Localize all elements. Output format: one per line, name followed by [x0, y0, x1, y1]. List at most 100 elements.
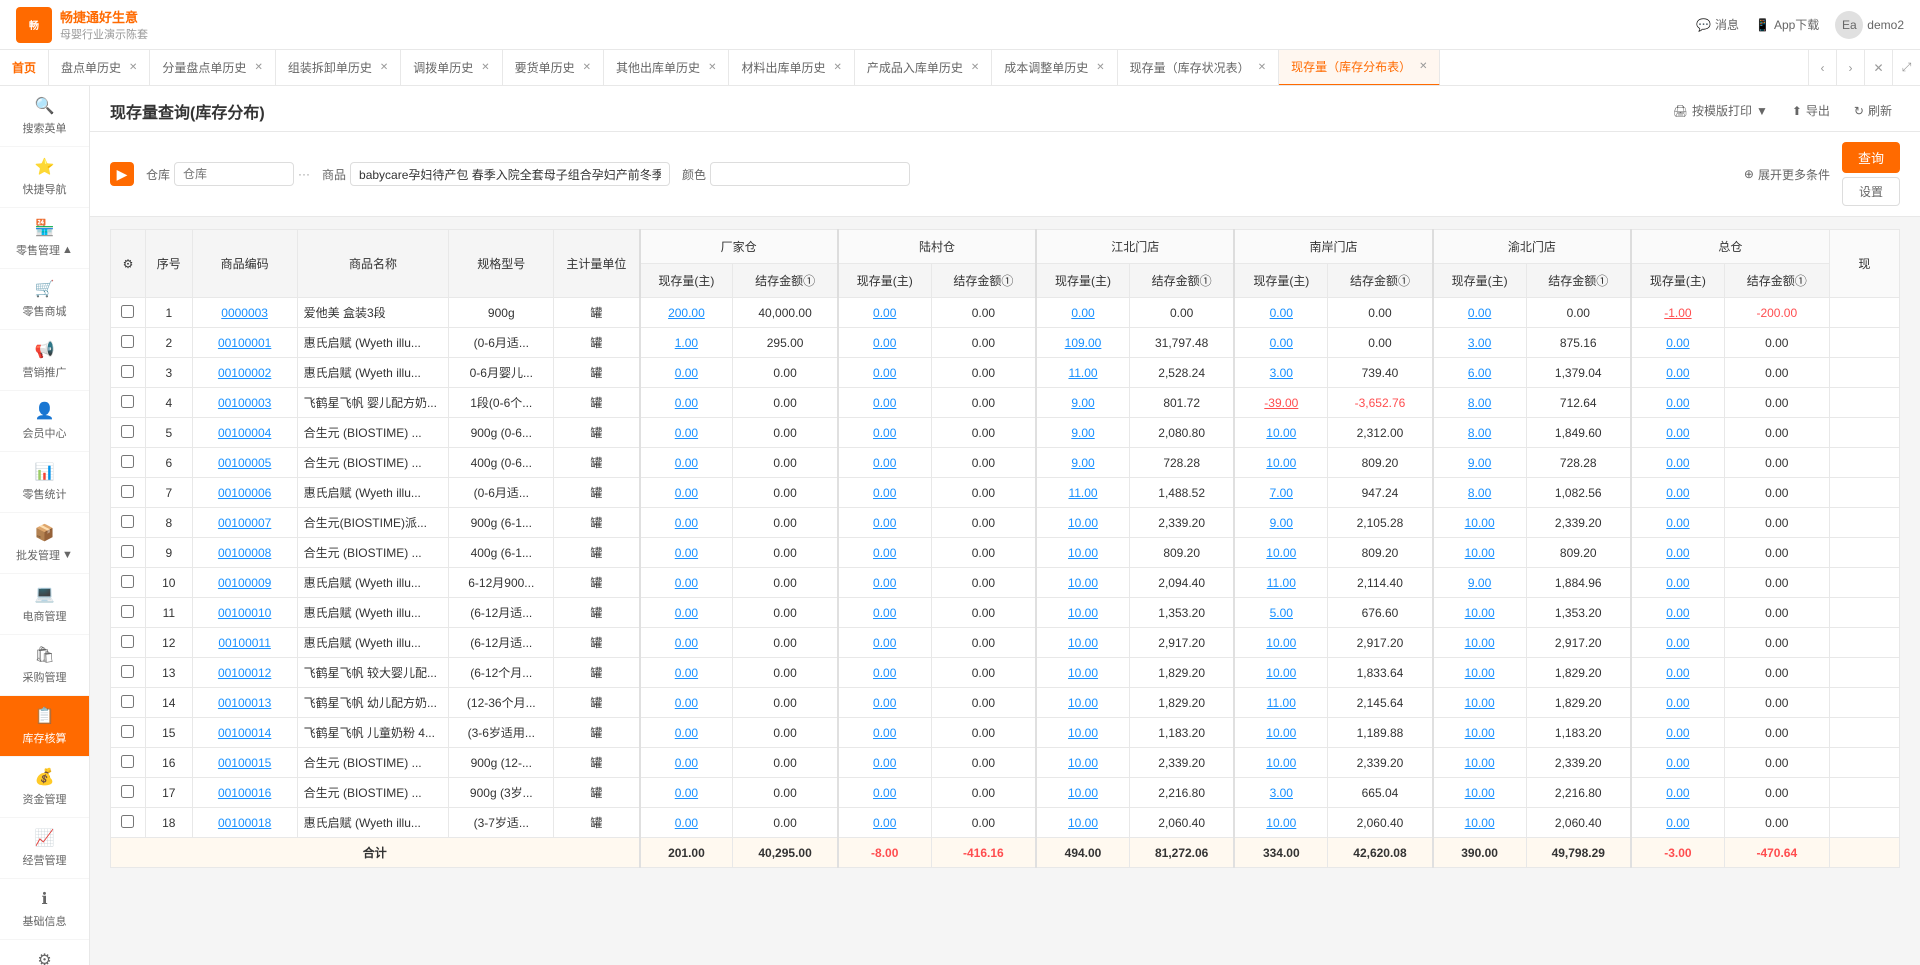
col-settings-header[interactable]: ⚙	[111, 230, 146, 298]
tab-8-close[interactable]: ✕	[971, 62, 979, 73]
sidebar-item-marketing[interactable]: 📢 营销推广	[0, 330, 89, 391]
settings-btn[interactable]: 设置	[1842, 177, 1900, 206]
tab-prev-btn[interactable]: ‹	[1808, 50, 1836, 86]
tab-11-close[interactable]: ✕	[1419, 61, 1427, 72]
cell-zongcang-qty: 0.00	[1631, 778, 1724, 808]
cell-checkbox[interactable]	[111, 628, 146, 658]
cell-spec: (6-12个月...	[449, 658, 554, 688]
cell-zongcang-qty: 0.00	[1631, 508, 1724, 538]
query-btn[interactable]: 查询	[1842, 142, 1900, 173]
cell-checkbox[interactable]	[111, 418, 146, 448]
cell-name: 惠氏启赋 (Wyeth illu...	[297, 358, 449, 388]
cell-zongcang-qty: 0.00	[1631, 658, 1724, 688]
cell-checkbox[interactable]	[111, 478, 146, 508]
cell-name: 惠氏启赋 (Wyeth illu...	[297, 328, 449, 358]
cell-zongcang-qty: 0.00	[1631, 418, 1724, 448]
cell-checkbox[interactable]	[111, 358, 146, 388]
tab-7[interactable]: 材料出库单历史 ✕	[729, 50, 854, 86]
sidebar-item-system[interactable]: ⚙ 系统管理	[0, 940, 89, 965]
print-btn[interactable]: 🖨 按模版打印 ▼	[1665, 98, 1776, 123]
tab-4-close[interactable]: ✕	[481, 62, 489, 73]
tab-4[interactable]: 调拨单历史 ✕	[401, 50, 502, 86]
cell-checkbox[interactable]	[111, 658, 146, 688]
color-input[interactable]	[710, 162, 910, 186]
tab-next-btn[interactable]: ›	[1836, 50, 1864, 86]
sidebar-item-ecommerce[interactable]: 💻 电商管理	[0, 574, 89, 635]
tab-10-close[interactable]: ✕	[1258, 62, 1266, 73]
product-input[interactable]	[350, 162, 670, 186]
sidebar-item-wholesale[interactable]: 📦 批发管理 ▼	[0, 513, 89, 574]
sidebar-item-retail-stats[interactable]: 📊 零售统计	[0, 452, 89, 513]
tab-6[interactable]: 其他出库单历史 ✕	[604, 50, 729, 86]
cell-checkbox[interactable]	[111, 718, 146, 748]
cell-jiangbei-qty: 0.00	[1036, 298, 1129, 328]
cell-zongcang-amt: 0.00	[1724, 418, 1829, 448]
cell-code: 00100002	[192, 358, 297, 388]
tab-expand-btn[interactable]: ⤢	[1892, 50, 1920, 86]
export-btn[interactable]: ⬆ 导出	[1784, 98, 1838, 123]
app-download-btn[interactable]: 📱 App下载	[1755, 16, 1819, 33]
search-expand-btn[interactable]: ▶	[110, 162, 134, 186]
cell-changjiaCun-amt: 0.00	[733, 808, 838, 838]
table-row: 10 00100009 惠氏启赋 (Wyeth illu... 6-12月900…	[111, 568, 1900, 598]
tab-3-close[interactable]: ✕	[380, 62, 388, 73]
cell-spec: 400g (0-6...	[449, 448, 554, 478]
sidebar-item-basic-info[interactable]: ℹ 基础信息	[0, 879, 89, 940]
cell-checkbox[interactable]	[111, 568, 146, 598]
cell-checkbox[interactable]	[111, 808, 146, 838]
user-area[interactable]: Ea demo2	[1835, 11, 1904, 39]
tab-7-close[interactable]: ✕	[833, 62, 841, 73]
sidebar-item-retail-shop[interactable]: 🛒 零售商城	[0, 269, 89, 330]
cell-checkbox[interactable]	[111, 298, 146, 328]
cell-yubei-amt: 2,339.20	[1526, 508, 1631, 538]
tab-9-close[interactable]: ✕	[1096, 62, 1104, 73]
cell-checkbox[interactable]	[111, 688, 146, 718]
expand-conditions-btn[interactable]: ⊕ 展开更多条件	[1744, 166, 1830, 183]
cell-yubei-amt: 1,183.20	[1526, 718, 1631, 748]
cell-code: 00100007	[192, 508, 297, 538]
sidebar-item-retail-mgmt[interactable]: 🏪 零售管理 ▲	[0, 208, 89, 269]
tab-3[interactable]: 组装拆卸单历史 ✕	[276, 50, 401, 86]
sidebar-item-purchase[interactable]: 🛍 采购管理	[0, 635, 89, 696]
message-btn[interactable]: 💬 消息	[1696, 16, 1739, 33]
cell-checkbox[interactable]	[111, 328, 146, 358]
tab-close-all-btn[interactable]: ✕	[1864, 50, 1892, 86]
sidebar-item-finance[interactable]: 💰 资金管理	[0, 757, 89, 818]
tab-6-close[interactable]: ✕	[708, 62, 716, 73]
cell-checkbox[interactable]	[111, 538, 146, 568]
cell-checkbox[interactable]	[111, 448, 146, 478]
cell-lucun-qty: 0.00	[838, 598, 931, 628]
cell-checkbox[interactable]	[111, 508, 146, 538]
cell-nanan-amt: 676.60	[1328, 598, 1433, 628]
sidebar-item-inventory[interactable]: 📋 库存核算	[0, 696, 89, 757]
cell-checkbox[interactable]	[111, 778, 146, 808]
cell-checkbox[interactable]	[111, 598, 146, 628]
tab-1-close[interactable]: ✕	[129, 62, 137, 73]
warehouse-input[interactable]	[174, 162, 294, 186]
cell-checkbox[interactable]	[111, 388, 146, 418]
col-name-header: 商品名称	[297, 230, 449, 298]
tab-1[interactable]: 盘点单历史 ✕	[49, 50, 150, 86]
refresh-btn[interactable]: ↻ 刷新	[1846, 98, 1900, 123]
sidebar-item-nav[interactable]: ⭐ 快捷导航	[0, 147, 89, 208]
tab-9[interactable]: 成本调整单历史 ✕	[992, 50, 1117, 86]
tab-2[interactable]: 分量盘点单历史 ✕	[150, 50, 275, 86]
tab-5-close[interactable]: ✕	[583, 62, 591, 73]
cell-changjiaCun-amt: 0.00	[733, 748, 838, 778]
sidebar-item-member[interactable]: 👤 会员中心	[0, 391, 89, 452]
tabs-bar: 首页 盘点单历史 ✕ 分量盘点单历史 ✕ 组装拆卸单历史 ✕ 调拨单历史 ✕ 要…	[0, 50, 1920, 86]
tab-10[interactable]: 现存量（库存状况表） ✕	[1118, 50, 1279, 86]
tab-2-close[interactable]: ✕	[254, 62, 262, 73]
cell-name: 爱他美 盒装3段	[297, 298, 449, 328]
cell-checkbox[interactable]	[111, 748, 146, 778]
sidebar-item-search[interactable]: 🔍 搜索英单	[0, 86, 89, 147]
sidebar-item-operations[interactable]: 📈 经营管理	[0, 818, 89, 879]
tab-5[interactable]: 要货单历史 ✕	[503, 50, 604, 86]
cell-changjiaCun-amt: 0.00	[733, 718, 838, 748]
tab-11[interactable]: 现存量（库存分布表） ✕	[1279, 50, 1440, 86]
cell-seq: 14	[145, 688, 192, 718]
tab-8[interactable]: 产成品入库单历史 ✕	[855, 50, 992, 86]
table-settings-icon[interactable]: ⚙	[123, 257, 134, 271]
tab-home[interactable]: 首页	[0, 50, 49, 86]
cell-changjiaCun-amt: 0.00	[733, 538, 838, 568]
